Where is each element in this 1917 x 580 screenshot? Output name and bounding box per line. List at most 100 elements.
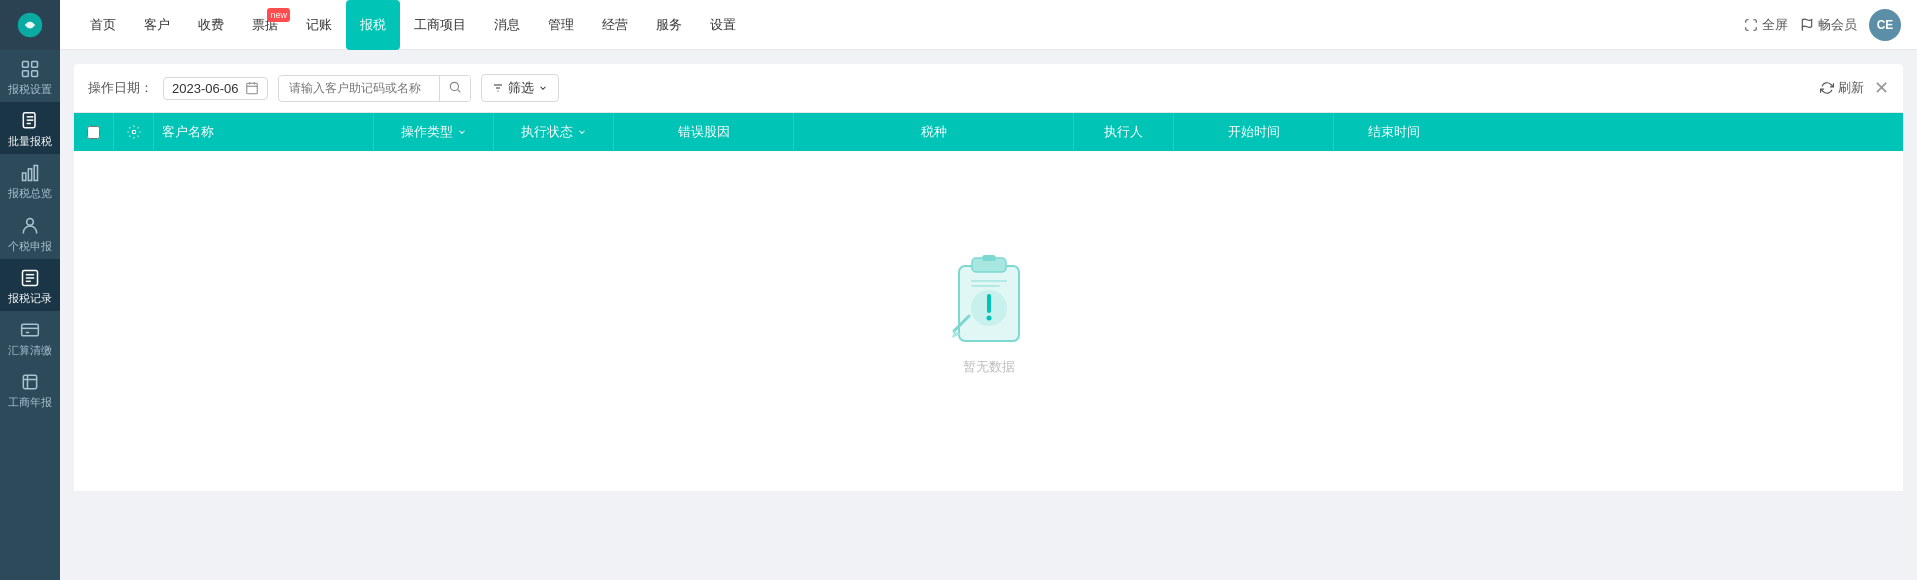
nav-jingying[interactable]: 经营 bbox=[588, 0, 642, 50]
avatar-text: CE bbox=[1877, 18, 1894, 32]
sidebar-item-baoshui-jilu[interactable]: 报税记录 bbox=[0, 259, 60, 311]
table-header: 客户名称 操作类型 执行状态 错误股因 bbox=[74, 113, 1903, 151]
th-checkbox[interactable] bbox=[74, 113, 114, 151]
svg-rect-4 bbox=[32, 71, 38, 77]
settlement-icon bbox=[19, 319, 41, 341]
filter-icon bbox=[492, 82, 504, 94]
nav-baoshui[interactable]: 报税 bbox=[346, 0, 400, 50]
fullscreen-label: 全屏 bbox=[1762, 16, 1788, 34]
avatar[interactable]: CE bbox=[1869, 9, 1901, 41]
nav-gongshang[interactable]: 工商项目 bbox=[400, 0, 480, 50]
refresh-button[interactable]: 刷新 bbox=[1820, 79, 1864, 97]
svg-rect-2 bbox=[32, 62, 38, 68]
nav-shezhi[interactable]: 设置 bbox=[696, 0, 750, 50]
sidebar-item-piliang-baoshui[interactable]: 批量报税 bbox=[0, 102, 60, 154]
record-icon bbox=[19, 267, 41, 289]
vip-label: 畅会员 bbox=[1818, 16, 1857, 34]
th-exec-status[interactable]: 执行状态 bbox=[494, 113, 614, 151]
svg-line-29 bbox=[457, 89, 460, 92]
filter-bar: 操作日期： 2023-06-06 bbox=[74, 64, 1903, 113]
svg-rect-11 bbox=[34, 166, 37, 181]
overview-icon bbox=[19, 162, 41, 184]
topnav-right: 全屏 畅会员 CE bbox=[1744, 9, 1901, 41]
sidebar-item-baoshui-zonlan[interactable]: 报税总览 bbox=[0, 154, 60, 206]
new-badge: new bbox=[267, 8, 290, 22]
sidebar-item-label: 批量报税 bbox=[8, 135, 52, 148]
search-icon bbox=[448, 80, 462, 94]
filter-button[interactable]: 筛选 bbox=[481, 74, 559, 102]
svg-rect-20 bbox=[23, 375, 36, 388]
nav-fuwu[interactable]: 服务 bbox=[642, 0, 696, 50]
topnav: 首页 客户 收费 票据 new 记账 报税 工商项目 消息 管理 经营 服务 设… bbox=[60, 0, 1917, 50]
nav-piaoju[interactable]: 票据 new bbox=[238, 0, 292, 50]
refresh-label: 刷新 bbox=[1838, 79, 1864, 97]
th-executor: 执行人 bbox=[1074, 113, 1174, 151]
fullscreen-button[interactable]: 全屏 bbox=[1744, 16, 1788, 34]
filter-label: 筛选 bbox=[508, 79, 534, 97]
svg-rect-10 bbox=[28, 169, 31, 181]
content-area: 操作日期： 2023-06-06 bbox=[60, 50, 1917, 580]
svg-point-12 bbox=[27, 218, 34, 225]
select-all-checkbox[interactable] bbox=[87, 126, 100, 139]
settings-icon bbox=[19, 58, 41, 80]
date-label: 操作日期： bbox=[88, 79, 153, 97]
sort-icon bbox=[457, 127, 467, 137]
nav-xiaoxi[interactable]: 消息 bbox=[480, 0, 534, 50]
svg-point-33 bbox=[132, 130, 136, 134]
search-input[interactable] bbox=[279, 77, 439, 99]
fullscreen-icon bbox=[1744, 18, 1758, 32]
refresh-icon bbox=[1820, 81, 1834, 95]
table-container: 操作日期： 2023-06-06 bbox=[74, 64, 1903, 491]
calendar-icon bbox=[245, 81, 259, 95]
close-button[interactable]: ✕ bbox=[1874, 79, 1889, 97]
svg-rect-24 bbox=[246, 83, 257, 94]
nav-kehu[interactable]: 客户 bbox=[130, 0, 184, 50]
sidebar-item-label: 报税总览 bbox=[8, 187, 52, 200]
nav-zhangbu[interactable]: 记账 bbox=[292, 0, 346, 50]
svg-rect-3 bbox=[23, 71, 29, 77]
vip-button[interactable]: 畅会员 bbox=[1800, 16, 1857, 34]
batch-tax-icon bbox=[19, 110, 41, 132]
svg-point-28 bbox=[450, 82, 458, 90]
th-tax-type: 税种 bbox=[794, 113, 1074, 151]
sidebar-item-huisuan[interactable]: 汇算清缴 bbox=[0, 311, 60, 363]
svg-point-39 bbox=[986, 316, 991, 321]
svg-rect-1 bbox=[23, 62, 29, 68]
th-end-time: 结束时间 bbox=[1334, 113, 1454, 151]
vip-icon bbox=[1800, 18, 1814, 32]
sort-icon2 bbox=[577, 127, 587, 137]
svg-rect-36 bbox=[982, 255, 996, 261]
sidebar-item-label: 汇算清缴 bbox=[8, 344, 52, 357]
sidebar-item-label: 报税设置 bbox=[8, 83, 52, 96]
empty-state: 暂无数据 bbox=[74, 151, 1903, 491]
th-settings bbox=[114, 113, 154, 151]
sidebar-item-label: 报税记录 bbox=[8, 292, 52, 305]
date-input[interactable]: 2023-06-06 bbox=[163, 77, 268, 100]
chevron-down-icon bbox=[538, 83, 548, 93]
person-tax-icon bbox=[19, 215, 41, 237]
search-button[interactable] bbox=[439, 76, 470, 101]
th-start-time: 开始时间 bbox=[1174, 113, 1334, 151]
annual-report-icon bbox=[19, 371, 41, 393]
column-settings-icon bbox=[127, 125, 141, 139]
date-value: 2023-06-06 bbox=[172, 81, 239, 96]
empty-illustration bbox=[944, 246, 1034, 346]
sidebar: 报税设置 批量报税 报税总览 个税申报 bbox=[0, 0, 60, 580]
th-client-name: 客户名称 bbox=[154, 113, 374, 151]
nav-guanli[interactable]: 管理 bbox=[534, 0, 588, 50]
svg-rect-17 bbox=[22, 324, 39, 336]
search-box[interactable] bbox=[278, 75, 471, 102]
sidebar-item-baoshui-shezhi[interactable]: 报税设置 bbox=[0, 50, 60, 102]
nav-shouye[interactable]: 首页 bbox=[76, 0, 130, 50]
sidebar-item-label: 个税申报 bbox=[8, 240, 52, 253]
sidebar-item-geshui[interactable]: 个税申报 bbox=[0, 207, 60, 259]
app-logo bbox=[0, 0, 60, 50]
empty-text: 暂无数据 bbox=[963, 358, 1015, 376]
sidebar-item-gongshangnian[interactable]: 工商年报 bbox=[0, 363, 60, 415]
main-wrap: 首页 客户 收费 票据 new 记账 报税 工商项目 消息 管理 经营 服务 设… bbox=[60, 0, 1917, 580]
th-error-reason: 错误股因 bbox=[614, 113, 794, 151]
sidebar-item-label: 工商年报 bbox=[8, 396, 52, 409]
th-op-type[interactable]: 操作类型 bbox=[374, 113, 494, 151]
svg-rect-9 bbox=[23, 173, 26, 181]
nav-shoufei[interactable]: 收费 bbox=[184, 0, 238, 50]
